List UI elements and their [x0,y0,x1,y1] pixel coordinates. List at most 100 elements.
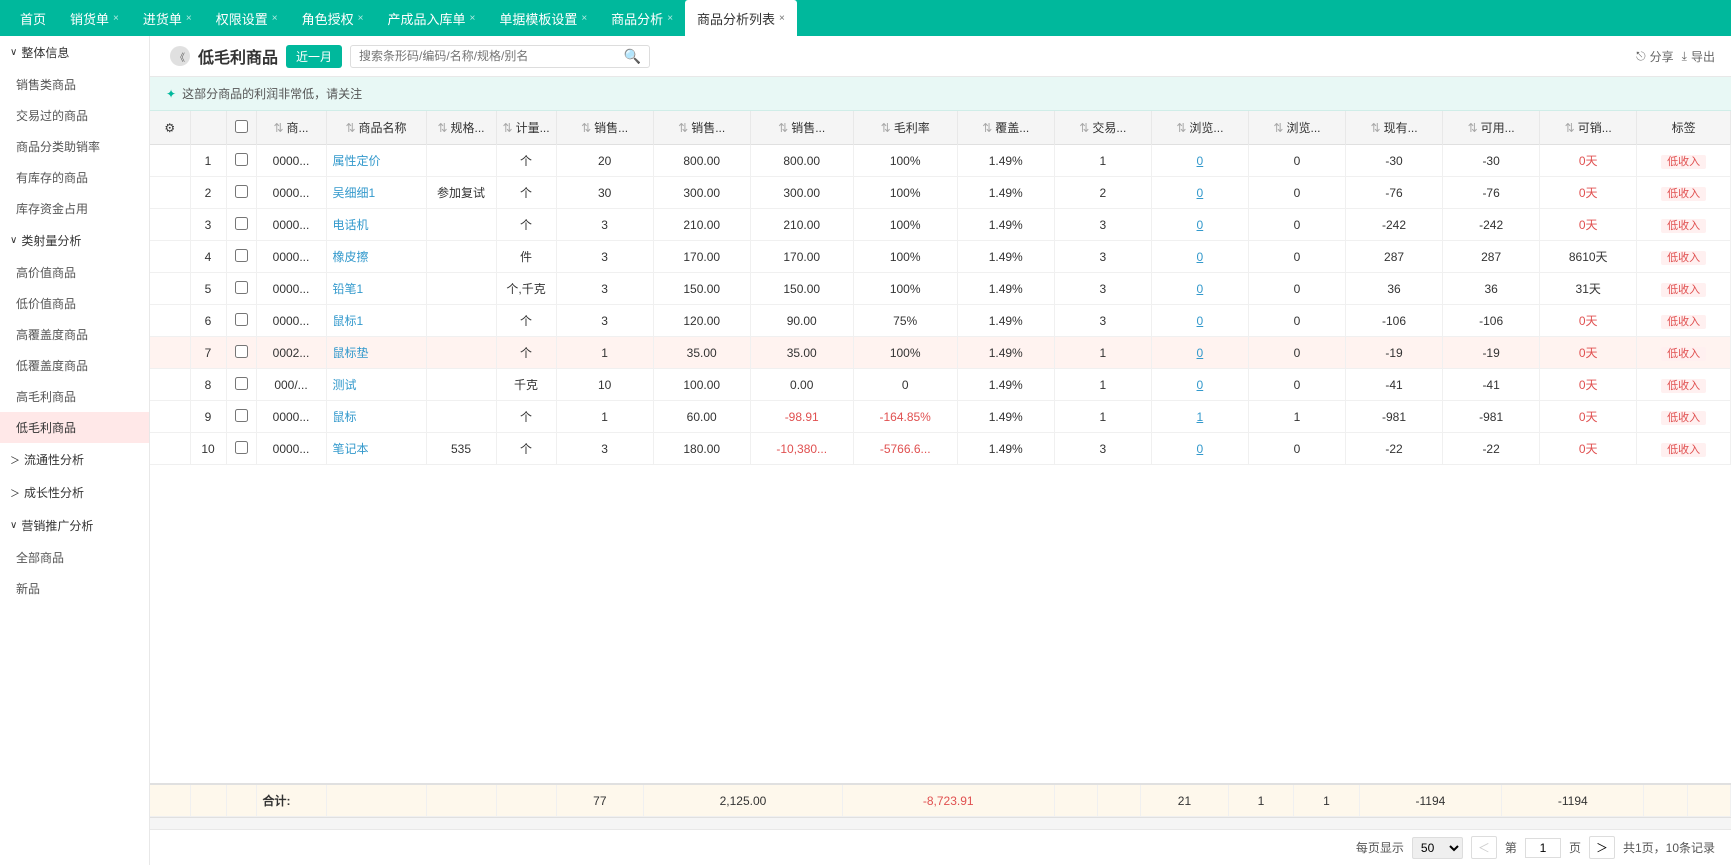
sidebar-item-high-coverage[interactable]: 高覆盖度商品 [0,319,149,350]
column-code[interactable]: ⇅ 商... [256,111,326,145]
select-all-checkbox[interactable] [235,120,248,133]
column-checkbox[interactable] [226,111,256,145]
column-settings[interactable]: ⚙ [150,111,190,145]
row-name[interactable]: 吴细细1 [326,177,426,209]
column-available[interactable]: ⇅ 可用... [1443,111,1540,145]
row-checkbox[interactable] [226,209,256,241]
row-browse1[interactable]: 0 [1151,241,1248,273]
row-checkbox[interactable] [226,433,256,465]
nav-home[interactable]: 首页 [8,0,58,36]
column-sales-amount[interactable]: ⇅ 销售... [750,111,853,145]
sidebar-section-overall[interactable]: ∨ 整体信息 [0,36,149,69]
sidebar-item-high-value[interactable]: 高价值商品 [0,257,149,288]
sidebar-item-sales-products[interactable]: 销售类商品 [0,69,149,100]
row-select-checkbox[interactable] [235,153,248,166]
nav-product-entry[interactable]: 产成品入库单 × [375,0,487,36]
close-icon[interactable]: × [358,13,364,24]
row-name[interactable]: 测试 [326,369,426,401]
row-name[interactable]: 鼠标 [326,401,426,433]
column-current[interactable]: ⇅ 现有... [1346,111,1443,145]
sidebar-item-capital[interactable]: 库存资金占用 [0,193,149,224]
column-trade[interactable]: ⇅ 交易... [1054,111,1151,145]
search-box[interactable]: 🔍 [350,45,650,68]
close-icon[interactable]: × [469,13,475,24]
sidebar-item-category-assist[interactable]: 商品分类助销率 [0,131,149,162]
row-select-checkbox[interactable] [235,185,248,198]
sidebar-item-low-margin[interactable]: 低毛利商品 [0,412,149,443]
share-button[interactable]: ⎋ 分享 [1636,48,1674,65]
horizontal-scrollbar[interactable] [150,817,1731,829]
row-name[interactable]: 鼠标垫 [326,337,426,369]
per-page-select[interactable]: 50 20 100 [1412,837,1463,859]
row-checkbox[interactable] [226,401,256,433]
sidebar-item-traded-products[interactable]: 交易过的商品 [0,100,149,131]
column-gross-rate[interactable]: ⇅ 毛利率 [853,111,957,145]
close-icon[interactable]: × [272,13,278,24]
row-browse1[interactable]: 0 [1151,337,1248,369]
row-checkbox[interactable] [226,177,256,209]
sidebar-item-low-value[interactable]: 低价值商品 [0,288,149,319]
close-icon[interactable]: × [779,13,785,24]
column-name[interactable]: ⇅ 商品名称 [326,111,426,145]
row-select-checkbox[interactable] [235,441,248,454]
sidebar-section-growth[interactable]: ＞ 成长性分析 [0,476,149,509]
sidebar-item-high-margin[interactable]: 高毛利商品 [0,381,149,412]
row-checkbox[interactable] [226,369,256,401]
row-browse1[interactable]: 0 [1151,273,1248,305]
row-checkbox[interactable] [226,305,256,337]
sidebar-item-low-coverage[interactable]: 低覆盖度商品 [0,350,149,381]
sidebar-section-marketing[interactable]: ∨ 营销推广分析 [0,509,149,542]
row-select-checkbox[interactable] [235,377,248,390]
row-name[interactable]: 笔记本 [326,433,426,465]
period-button[interactable]: 近一月 [286,45,342,68]
row-checkbox[interactable] [226,273,256,305]
sidebar-item-all-products[interactable]: 全部商品 [0,542,149,573]
row-browse1[interactable]: 0 [1151,209,1248,241]
close-icon[interactable]: × [113,13,119,24]
row-checkbox[interactable] [226,337,256,369]
search-icon[interactable]: 🔍 [624,48,641,65]
nav-role[interactable]: 角色授权 × [290,0,376,36]
prev-page-button[interactable]: ＜ [1471,836,1497,859]
nav-template[interactable]: 单据模板设置 × [487,0,599,36]
row-select-checkbox[interactable] [235,281,248,294]
row-name[interactable]: 属性定价 [326,145,426,177]
column-unit[interactable]: ⇅ 计量... [496,111,556,145]
row-select-checkbox[interactable] [235,345,248,358]
nav-analysis[interactable]: 商品分析 × [599,0,685,36]
row-name[interactable]: 铅笔1 [326,273,426,305]
row-browse1[interactable]: 0 [1151,145,1248,177]
nav-analysis-list[interactable]: 商品分析列表 × [685,0,797,36]
row-select-checkbox[interactable] [235,409,248,422]
row-browse1[interactable]: 0 [1151,433,1248,465]
row-checkbox[interactable] [226,241,256,273]
row-select-checkbox[interactable] [235,217,248,230]
row-checkbox[interactable] [226,145,256,177]
sidebar-item-new-products[interactable]: 新品 [0,573,149,604]
row-name[interactable]: 橡皮擦 [326,241,426,273]
page-input[interactable] [1525,838,1561,858]
nav-sales[interactable]: 销货单 × [58,0,131,36]
sidebar-section-circulation[interactable]: ＞ 流通性分析 [0,443,149,476]
sidebar-collapse-button[interactable]: 《 [170,46,190,66]
column-sales-price[interactable]: ⇅ 销售... [653,111,750,145]
column-sales-count[interactable]: ⇅ 销售... [556,111,653,145]
column-saleable[interactable]: ⇅ 可销... [1540,111,1637,145]
close-icon[interactable]: × [186,13,192,24]
sidebar-section-coverage[interactable]: ∨ 类射量分析 [0,224,149,257]
column-spec[interactable]: ⇅ 规格... [426,111,496,145]
row-browse1[interactable]: 0 [1151,177,1248,209]
export-button[interactable]: ⤓ 导出 [1682,48,1715,65]
row-select-checkbox[interactable] [235,249,248,262]
column-browse1[interactable]: ⇅ 浏览... [1151,111,1248,145]
search-input[interactable] [359,49,624,63]
nav-purchase[interactable]: 进货单 × [131,0,204,36]
close-icon[interactable]: × [667,13,673,24]
row-select-checkbox[interactable] [235,313,248,326]
row-name[interactable]: 鼠标1 [326,305,426,337]
row-browse1[interactable]: 0 [1151,305,1248,337]
next-page-button[interactable]: ＞ [1589,836,1615,859]
column-browse2[interactable]: ⇅ 浏览... [1248,111,1345,145]
column-cover-rate[interactable]: ⇅ 覆盖... [957,111,1054,145]
sidebar-item-stocked[interactable]: 有库存的商品 [0,162,149,193]
